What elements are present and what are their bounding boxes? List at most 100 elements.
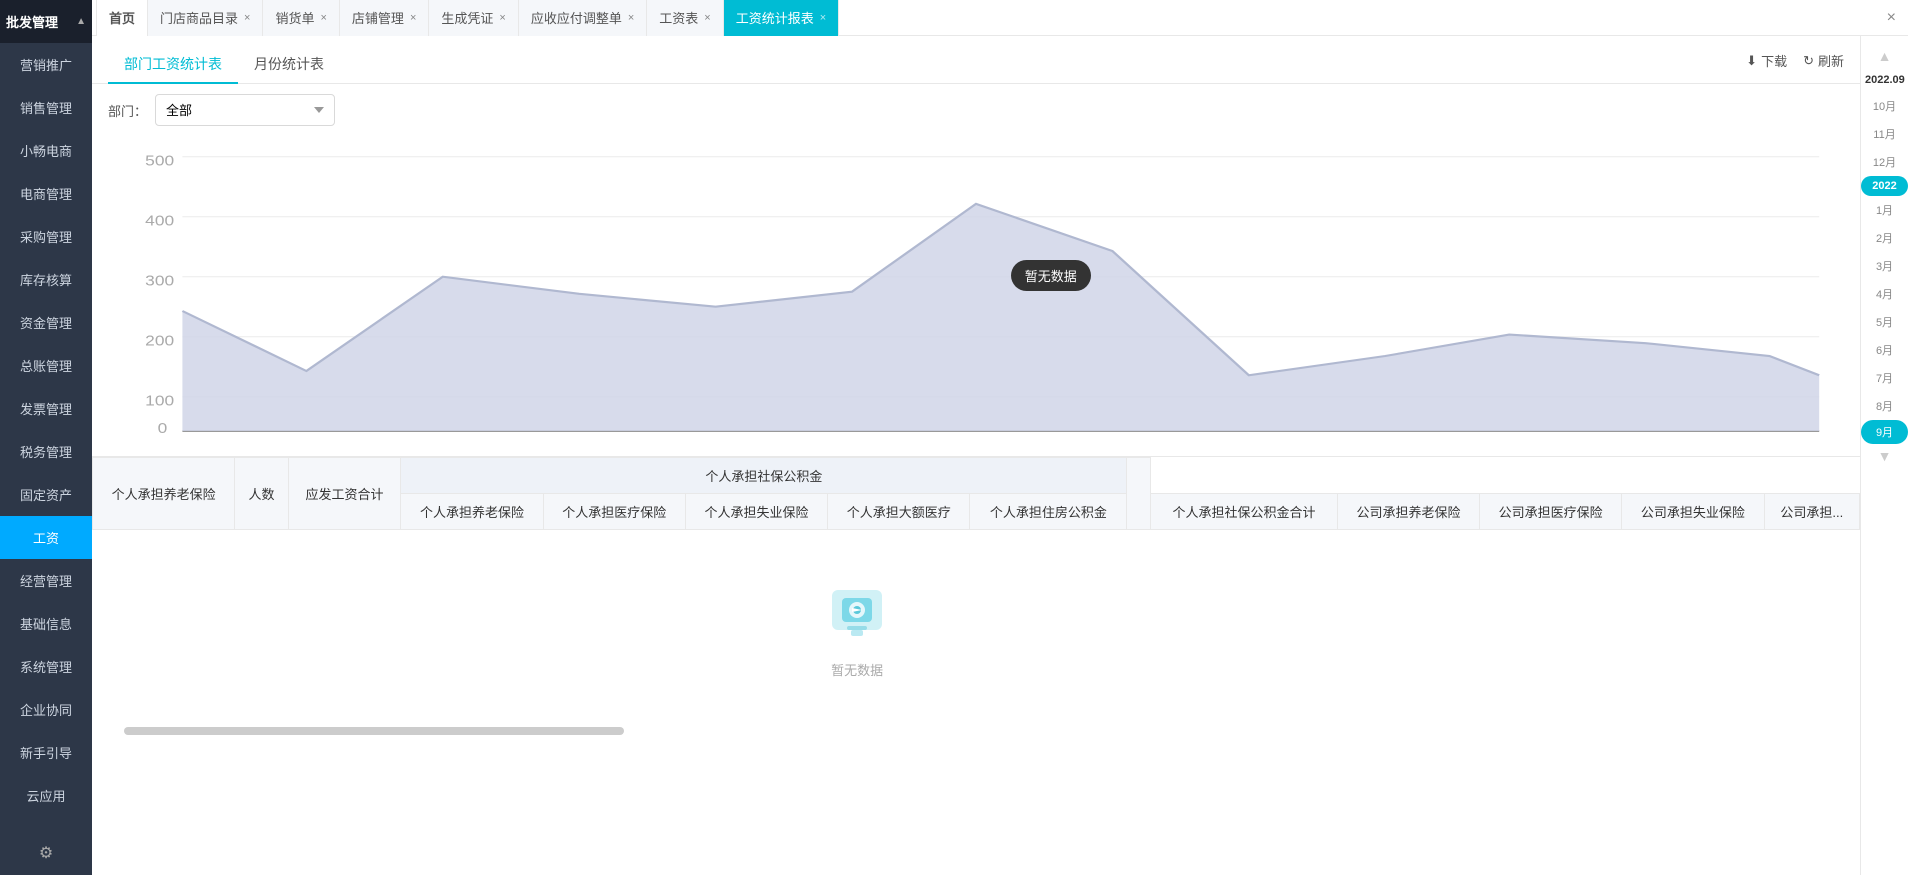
dept-filter-select[interactable]: 全部 财务部 销售部 技术部 行政部 — [155, 94, 335, 126]
sidebar-item-cloud[interactable]: 云应用 — [0, 774, 92, 817]
sidebar-item-tax[interactable]: 税务管理 — [0, 430, 92, 473]
sidebar-item-marketing[interactable]: 营销推广 — [0, 43, 92, 86]
sidebar-item-enterprise[interactable]: 企业协同 — [0, 688, 92, 731]
svg-text:200: 200 — [145, 332, 174, 349]
filter-row: 部门： 全部 财务部 销售部 技术部 行政部 — [92, 84, 1860, 136]
timeline-header[interactable]: 2022.09 — [1861, 68, 1908, 92]
sidebar-item-ecommerce-small[interactable]: 小畅电商 — [0, 129, 92, 172]
timeline-month-jun[interactable]: 6月 — [1861, 336, 1908, 364]
dept-filter-label: 部门： — [108, 101, 147, 120]
svg-text:100: 100 — [145, 392, 174, 409]
sidebar-item-salary[interactable]: 工资 — [0, 516, 92, 559]
col-company-pension: 公司承担养老保险 — [1337, 494, 1479, 530]
sidebar-collapse-icon: ▲ — [76, 16, 86, 27]
tabs-actions: × — [1871, 9, 1904, 27]
timeline-down-arrow[interactable]: ▼ — [1874, 444, 1896, 468]
tab-product-catalog[interactable]: 门店商品目录 × — [148, 0, 263, 36]
col-housing-fund: 个人承担住房公积金 — [970, 494, 1127, 530]
sidebar-item-ecommerce[interactable]: 电商管理 — [0, 172, 92, 215]
sub-tab-dept-stats[interactable]: 部门工资统计表 — [108, 46, 238, 84]
tab-close-store-mgmt[interactable]: × — [410, 12, 416, 24]
timeline-month-may[interactable]: 5月 — [1861, 308, 1908, 336]
empty-illustration — [817, 570, 897, 650]
col-company-unemployment: 公司承担失业保险 — [1622, 494, 1764, 530]
timeline-month-nov[interactable]: 11月 — [1861, 120, 1908, 148]
col-pension: 个人承担养老保险 — [401, 494, 543, 530]
tab-close-product-catalog[interactable]: × — [244, 12, 250, 24]
timeline-month-jul[interactable]: 7月 — [1861, 364, 1908, 392]
empty-state: 暂无数据 — [93, 530, 1622, 719]
salary-stats-table: 个人承担养老保险 人数 应发工资合计 个人承担社保公积金 个人承担养老保险 个人… — [92, 457, 1860, 719]
tab-salary-table[interactable]: 工资表 × — [647, 0, 723, 36]
svg-text:500: 500 — [145, 152, 174, 169]
tab-close-salary-report[interactable]: × — [820, 12, 826, 24]
empty-text: 暂无数据 — [831, 660, 883, 679]
chart-container: 500 400 300 200 100 0 — [108, 146, 1844, 446]
sidebar-item-basics[interactable]: 基础信息 — [0, 602, 92, 645]
refresh-icon: ↻ — [1803, 53, 1814, 69]
sub-tabs-actions: ⬇ 下载 ↻ 刷新 — [1746, 51, 1844, 78]
timeline-panel: ▲ 2022.09 10月 11月 12月 2022 1月 2月 — [1860, 36, 1908, 875]
tab-salary-report[interactable]: 工资统计报表 × — [724, 0, 839, 36]
timeline-month-aug[interactable]: 8月 — [1861, 392, 1908, 420]
tab-close-voucher[interactable]: × — [499, 12, 505, 24]
col-salary-total: 应发工资合计 — [288, 458, 401, 530]
table-area[interactable]: 个人承担养老保险 人数 应发工资合计 个人承担社保公积金 个人承担养老保险 个人… — [92, 456, 1860, 875]
sidebar-header[interactable]: 批发管理 ▲ — [0, 0, 92, 43]
col-company-medical: 公司承担医疗保险 — [1480, 494, 1622, 530]
col-unemployment: 个人承担失业保险 — [685, 494, 827, 530]
tab-voucher[interactable]: 生成凭证 × — [429, 0, 518, 36]
col-personal-insurance-group: 个人承担社保公积金 — [401, 458, 1127, 494]
sidebar-item-ledger[interactable]: 总账管理 — [0, 344, 92, 387]
sidebar: 批发管理 ▲ 营销推广 销售管理 小畅电商 电商管理 采购管理 库存核算 资金管… — [0, 0, 92, 875]
main-area: 首页 门店商品目录 × 销货单 × 店铺管理 × 生成凭证 × 应收应付调整单 … — [92, 0, 1908, 875]
tabs-bar: 首页 门店商品目录 × 销货单 × 店铺管理 × 生成凭证 × 应收应付调整单 … — [92, 0, 1908, 36]
sidebar-item-operations[interactable]: 经营管理 — [0, 559, 92, 602]
timeline-month-dec[interactable]: 12月 — [1861, 148, 1908, 176]
content-area: 部门工资统计表 月份统计表 ⬇ 下载 ↻ 刷新 — [92, 36, 1908, 875]
col-extra — [1127, 458, 1151, 530]
tab-home[interactable]: 首页 — [96, 0, 148, 36]
timeline-up-arrow[interactable]: ▲ — [1874, 44, 1896, 68]
window-close-button[interactable]: × — [1887, 9, 1896, 27]
area-chart: 500 400 300 200 100 0 — [108, 146, 1844, 446]
col-company-more: 公司承担... — [1764, 494, 1859, 530]
sidebar-item-sales[interactable]: 销售管理 — [0, 86, 92, 129]
timeline-month-oct[interactable]: 10月 — [1861, 92, 1908, 120]
timeline-year-2022[interactable]: 2022 — [1861, 176, 1908, 196]
sidebar-item-invoice[interactable]: 发票管理 — [0, 387, 92, 430]
svg-text:0: 0 — [158, 420, 168, 437]
svg-text:400: 400 — [145, 212, 174, 229]
timeline-month-mar[interactable]: 3月 — [1861, 252, 1908, 280]
horizontal-scrollbar[interactable] — [124, 727, 624, 735]
col-medical: 个人承担医疗保险 — [543, 494, 685, 530]
tab-payable[interactable]: 应收应付调整单 × — [519, 0, 647, 36]
settings-icon[interactable]: ⚙ — [0, 831, 92, 875]
tab-sales-order[interactable]: 销货单 × — [263, 0, 339, 36]
sidebar-item-guide[interactable]: 新手引导 — [0, 731, 92, 774]
col-count: 人数 — [235, 458, 288, 530]
sidebar-item-finance[interactable]: 资金管理 — [0, 301, 92, 344]
tab-close-salary-table[interactable]: × — [704, 12, 710, 24]
sidebar-item-purchase[interactable]: 采购管理 — [0, 215, 92, 258]
timeline-month-sep[interactable]: 9月 — [1861, 420, 1908, 444]
sidebar-title: 批发管理 — [6, 12, 58, 31]
sidebar-item-inventory[interactable]: 库存核算 — [0, 258, 92, 301]
download-button[interactable]: ⬇ 下载 — [1746, 51, 1787, 70]
timeline-month-jan[interactable]: 1月 — [1861, 196, 1908, 224]
sidebar-item-system[interactable]: 系统管理 — [0, 645, 92, 688]
timeline-month-apr[interactable]: 4月 — [1861, 280, 1908, 308]
refresh-button[interactable]: ↻ 刷新 — [1803, 51, 1844, 70]
timeline-month-feb[interactable]: 2月 — [1861, 224, 1908, 252]
download-icon: ⬇ — [1746, 53, 1757, 69]
col-dept: 个人承担养老保险 — [93, 458, 235, 530]
col-personal-total: 个人承担社保公积金合计 — [1151, 494, 1338, 530]
sidebar-item-assets[interactable]: 固定资产 — [0, 473, 92, 516]
sub-tab-month-stats[interactable]: 月份统计表 — [238, 46, 340, 84]
tab-store-mgmt[interactable]: 店铺管理 × — [340, 0, 429, 36]
content-inner: 部门工资统计表 月份统计表 ⬇ 下载 ↻ 刷新 — [92, 36, 1860, 875]
tab-close-sales-order[interactable]: × — [320, 12, 326, 24]
tab-close-payable[interactable]: × — [628, 12, 634, 24]
sub-tabs: 部门工资统计表 月份统计表 ⬇ 下载 ↻ 刷新 — [92, 36, 1860, 84]
chart-area: 500 400 300 200 100 0 — [92, 136, 1860, 456]
